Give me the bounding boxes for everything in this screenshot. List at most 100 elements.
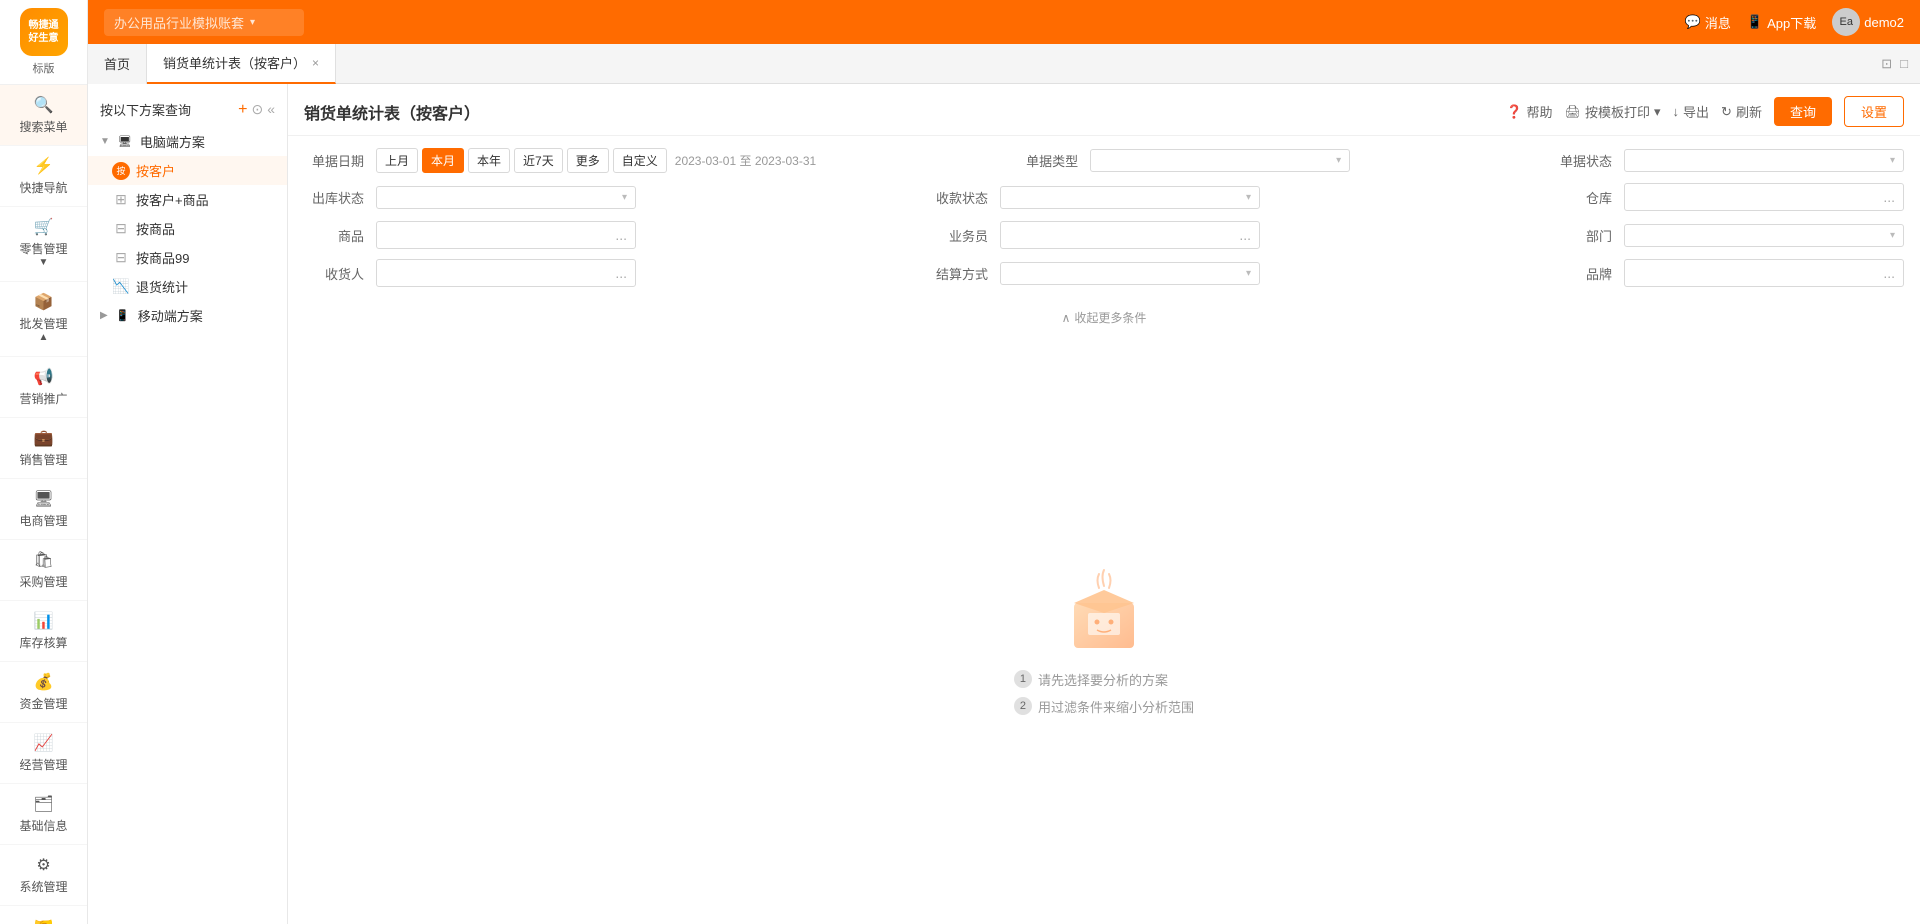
out-status-select[interactable]: ▾ [376, 186, 636, 209]
tree-group-pc-label: 电脑端方案 [140, 132, 205, 151]
sidebar-item-enterprise[interactable]: 🤝 企业协同 [0, 906, 87, 924]
date-last-month-btn[interactable]: 上月 [376, 148, 418, 173]
warehouse-dots-icon[interactable]: ... [1883, 189, 1895, 205]
sidebar-item-purchase-label: 采购管理 [19, 573, 67, 590]
sidebar-item-search-label: 搜索菜单 [19, 118, 67, 135]
receiver-select[interactable]: ... [376, 259, 636, 287]
sidebar-item-basic[interactable]: 🗂 基础信息 [0, 784, 87, 845]
doc-type-select[interactable]: ▾ [1090, 149, 1350, 172]
tab-home-label: 首页 [104, 54, 130, 73]
settlement-select[interactable]: ▾ [1000, 262, 1260, 285]
sidebar-item-marketing[interactable]: 📢 营销推广 [0, 357, 87, 418]
panel-collapse-icon[interactable]: « [267, 101, 275, 119]
sidebar-item-system[interactable]: ⚙ 系统管理 [0, 845, 87, 906]
panel-settings-icon[interactable]: ⊙ [251, 101, 263, 119]
sidebar-item-quicknav[interactable]: ⚡ 快捷导航 [0, 146, 87, 207]
date-last7-btn[interactable]: 近7天 [514, 148, 563, 173]
collapse-chevron-up-icon: ∧ [1062, 311, 1071, 325]
doc-status-select[interactable]: ▾ [1624, 149, 1904, 172]
industry-chevron-icon: ▾ [250, 17, 255, 28]
tree-group-mobile[interactable]: ▶ 📱 移动端方案 [88, 301, 287, 330]
payment-status-label: 收款状态 [928, 188, 988, 207]
filter-row-1: 单据日期 上月 本月 本年 近7天 更多 自定义 2023-03-01 至 20… [304, 148, 1904, 173]
empty-tips: 1 请先选择要分析的方案 2 用过滤条件来缩小分析范围 [1014, 670, 1194, 716]
sidebar-item-retail[interactable]: 🛒 零售管理 ▼ [0, 207, 87, 282]
tip-text-1: 请先选择要分析的方案 [1038, 670, 1168, 689]
collapse-button[interactable]: ∧ 收起更多条件 [1054, 301, 1155, 334]
refresh-button[interactable]: ↻ 刷新 [1721, 102, 1762, 121]
sidebar-item-finance[interactable]: 💰 资金管理 [0, 662, 87, 723]
topbar-actions: 💬 消息 📱 App下载 Ea demo2 [1685, 8, 1904, 36]
brand-dots-icon[interactable]: ... [1883, 265, 1895, 281]
out-status-label: 出库状态 [304, 188, 364, 207]
dept-select[interactable]: ▾ [1624, 224, 1904, 247]
sidebar-item-ecommerce[interactable]: 🖥 电商管理 [0, 479, 87, 540]
tab-close-icon[interactable]: × [312, 56, 319, 70]
salesman-select[interactable]: ... [1000, 221, 1260, 249]
print-button[interactable]: 🖨 按模板打印 ▾ [1564, 102, 1660, 121]
logo-subtitle: 标版 [33, 60, 55, 76]
by-goods99-icon: ⊟ [112, 249, 130, 267]
doc-status-chevron-icon: ▾ [1890, 155, 1895, 166]
doc-type-label: 单据类型 [1018, 151, 1078, 170]
warehouse-select[interactable]: ... [1624, 183, 1904, 211]
sidebar-item-operations[interactable]: 📈 经营管理 [0, 723, 87, 784]
out-status-chevron-icon: ▾ [622, 192, 627, 203]
tree-item-return-stats[interactable]: 📉 退货统计 [88, 272, 287, 301]
help-label: 帮助 [1526, 102, 1552, 121]
panel-header: 按以下方案查询 + ⊙ « [88, 92, 287, 127]
settlement-label: 结算方式 [928, 264, 988, 283]
settlement-chevron-icon: ▾ [1246, 268, 1251, 279]
message-button[interactable]: 💬 消息 [1685, 13, 1731, 32]
sidebar-item-purchase[interactable]: 🛍 采购管理 [0, 540, 87, 601]
tree-item-by-goods99[interactable]: ⊟ 按商品99 [88, 243, 287, 272]
query-button[interactable]: 查询 [1774, 97, 1832, 126]
date-custom-btn[interactable]: 自定义 [613, 148, 667, 173]
tree-item-by-goods[interactable]: ⊟ 按商品 [88, 214, 287, 243]
goods-dots-icon[interactable]: ... [615, 227, 627, 243]
sidebar-item-wholesale[interactable]: 📦 批发管理 ▲ [0, 282, 87, 357]
sidebar: 畅捷通好生意 标版 🔍 搜索菜单 ⚡ 快捷导航 🛒 零售管理 ▼ 📦 批发管理 … [0, 0, 88, 924]
date-current-year-btn[interactable]: 本年 [468, 148, 510, 173]
date-current-month-btn[interactable]: 本月 [422, 148, 464, 173]
receiver-dots-icon[interactable]: ... [615, 265, 627, 281]
industry-selector[interactable]: 办公用品行业模拟账套 ▾ [104, 9, 304, 36]
download-label: App下载 [1767, 13, 1816, 32]
tree-group-pc[interactable]: ▼ 🖥 电脑端方案 [88, 127, 287, 156]
by-customer-goods-label: 按客户+商品 [136, 190, 209, 209]
download-button[interactable]: 📱 App下载 [1747, 13, 1816, 32]
tab-home[interactable]: 首页 [88, 44, 147, 84]
export-button[interactable]: ↓ 导出 [1673, 102, 1710, 121]
filter-row-4: 收货人 ... 结算方式 ▾ 品牌 ... [304, 259, 1904, 287]
right-panel: 销货单统计表（按客户） ❓ 帮助 🖨 按模板打印 ▾ ↓ 导出 [288, 84, 1920, 924]
brand-select[interactable]: ... [1624, 259, 1904, 287]
left-panel: 按以下方案查询 + ⊙ « ▼ 🖥 电脑端方案 按 按客户 ⊞ [88, 84, 288, 924]
user-menu[interactable]: Ea demo2 [1832, 8, 1904, 36]
panel-add-icon[interactable]: + [238, 101, 247, 119]
tabbar: 首页 销货单统计表（按客户） × ⊡ □ [88, 44, 1920, 84]
tab-active[interactable]: 销货单统计表（按客户） × [147, 44, 336, 84]
tree-item-by-customer-goods[interactable]: ⊞ 按客户+商品 [88, 185, 287, 214]
export-label: 导出 [1683, 102, 1709, 121]
tree-group-pc-chevron-icon: ▼ [100, 136, 110, 147]
sidebar-item-search[interactable]: 🔍 搜索菜单 [0, 85, 87, 146]
sidebar-item-inventory[interactable]: 📊 库存核算 [0, 601, 87, 662]
by-customer-goods-icon: ⊞ [112, 191, 130, 209]
sidebar-item-sales[interactable]: 💼 销售管理 [0, 418, 87, 479]
sidebar-item-sales-label: 销售管理 [19, 451, 67, 468]
filter-area: 单据日期 上月 本月 本年 近7天 更多 自定义 2023-03-01 至 20… [288, 136, 1920, 350]
export-icon: ↓ [1673, 104, 1680, 119]
tab-maximize[interactable]: ⊡ □ [1869, 56, 1920, 72]
warehouse-label: 仓库 [1552, 188, 1612, 207]
settings-button[interactable]: 设置 [1844, 96, 1904, 127]
payment-status-select[interactable]: ▾ [1000, 186, 1260, 209]
by-goods99-label: 按商品99 [136, 248, 189, 267]
goods-select[interactable]: ... [376, 221, 636, 249]
date-more-btn[interactable]: 更多 [567, 148, 609, 173]
tree-item-by-customer[interactable]: 按 按客户 [88, 156, 287, 185]
message-icon: 💬 [1685, 14, 1701, 30]
help-button[interactable]: ❓ 帮助 [1506, 102, 1552, 121]
user-label: demo2 [1864, 15, 1904, 30]
tree-group-mobile-chevron-icon: ▶ [100, 310, 108, 321]
salesman-dots-icon[interactable]: ... [1239, 227, 1251, 243]
